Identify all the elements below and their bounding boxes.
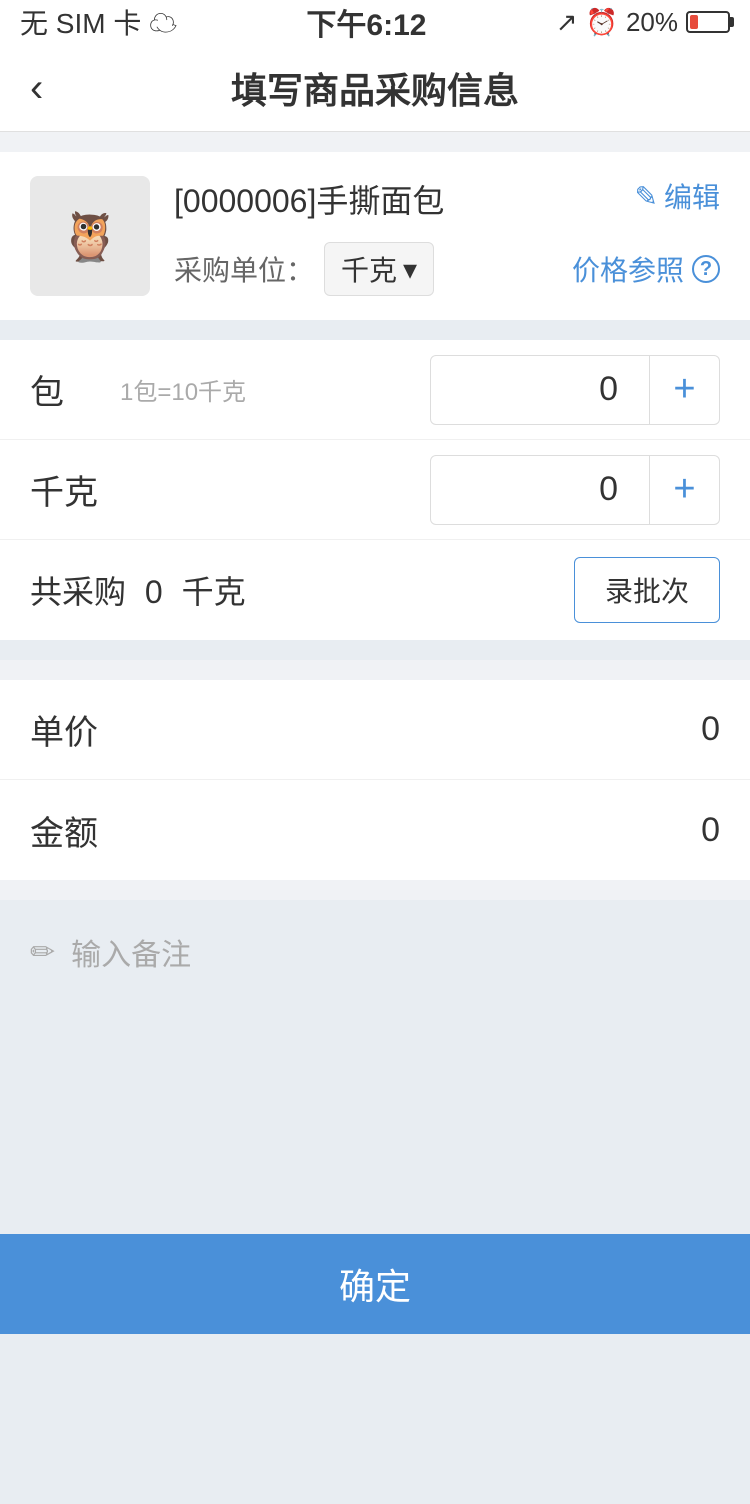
summary-prefix: 共采购 (30, 574, 126, 610)
bottom-area (0, 1004, 750, 1404)
summary-quantity: 0 (145, 574, 163, 610)
edit-icon: ✎ (635, 180, 658, 213)
location-icon: ↗ (556, 7, 578, 38)
pencil-icon: ✏ (30, 935, 55, 970)
summary-suffix: 千克 (182, 574, 246, 610)
status-time: 下午6:12 (306, 0, 426, 44)
product-card: 🦉 [0000006]手撕面包 ✎ 编辑 采购单位： 千克 ▾ 价格参照 ? (0, 152, 750, 320)
product-info-top: [0000006]手撕面包 ✎ 编辑 (174, 176, 720, 222)
bag-sub-label: 1包=10千克 (120, 372, 430, 407)
product-name: [0000006]手撕面包 (174, 176, 635, 222)
amount-value: 0 (701, 811, 720, 850)
status-bar: 无 SIM 卡 ☁ 下午6:12 ↗ ⏰ 20% (0, 0, 750, 44)
unit-price-value: 0 (701, 710, 720, 749)
product-info: [0000006]手撕面包 ✎ 编辑 采购单位： 千克 ▾ 价格参照 ? (174, 176, 720, 296)
kg-input-row: 千克 + (0, 440, 750, 540)
bag-plus-icon: + (673, 368, 695, 411)
price-section: 单价 0 金额 0 (0, 680, 750, 880)
bag-quantity-input[interactable] (430, 355, 650, 425)
amount-label: 金额 (30, 806, 98, 855)
kg-quantity-input[interactable] (430, 455, 650, 525)
amount-row: 金额 0 (0, 780, 750, 880)
unit-price-label: 单价 (30, 705, 98, 754)
bag-input-row: 包 1包=10千克 + (0, 340, 750, 440)
battery-icon (686, 11, 730, 33)
nav-bar: ‹ 填写商品采购信息 (0, 44, 750, 132)
batch-button[interactable]: 录批次 (574, 557, 720, 623)
battery-percent: 20% (626, 7, 678, 38)
input-section: 包 1包=10千克 + 千克 + 共采购 0 千克 录批次 (0, 340, 750, 640)
remark-placeholder: 输入备注 (71, 930, 191, 974)
kg-input-right: + (430, 455, 720, 525)
price-ref-label: 价格参照 (572, 249, 684, 289)
confirm-button[interactable]: 确定 (0, 1234, 750, 1334)
back-button[interactable]: ‹ (30, 68, 43, 108)
unit-price-row: 单价 0 (0, 680, 750, 780)
kg-label: 千克 (30, 465, 110, 514)
summary-row: 共采购 0 千克 录批次 (0, 540, 750, 640)
price-ref-button[interactable]: 价格参照 ? (572, 249, 720, 289)
edit-label: 编辑 (664, 176, 720, 216)
alarm-icon: ⏰ (586, 7, 618, 38)
unit-select[interactable]: 千克 ▾ (324, 242, 434, 296)
bag-input-right: + (430, 355, 720, 425)
product-image: 🦉 (30, 176, 150, 296)
unit-label: 采购单位： (174, 249, 314, 289)
status-left: 无 SIM 卡 ☁ (20, 2, 177, 42)
bag-label: 包 (30, 365, 110, 414)
unit-value: 千克 (341, 249, 397, 289)
summary-text: 共采购 0 千克 (30, 567, 246, 613)
sim-label: 无 SIM 卡 ☁ (20, 2, 177, 42)
kg-plus-button[interactable]: + (650, 455, 720, 525)
section-divider-1 (0, 320, 750, 340)
remark-section[interactable]: ✏ 输入备注 (0, 900, 750, 1004)
confirm-label: 确定 (339, 1258, 411, 1310)
page-spacer (0, 1404, 750, 1504)
section-divider-2 (0, 640, 750, 660)
status-right: ↗ ⏰ 20% (556, 7, 730, 38)
product-unit-row: 采购单位： 千克 ▾ 价格参照 ? (174, 242, 720, 296)
product-logo: 🦉 (60, 208, 120, 265)
kg-plus-icon: + (673, 468, 695, 511)
info-icon: ? (692, 255, 720, 283)
chevron-down-icon: ▾ (403, 253, 417, 286)
edit-button[interactable]: ✎ 编辑 (635, 176, 720, 216)
bag-plus-button[interactable]: + (650, 355, 720, 425)
page-title: 填写商品采购信息 (231, 62, 519, 114)
